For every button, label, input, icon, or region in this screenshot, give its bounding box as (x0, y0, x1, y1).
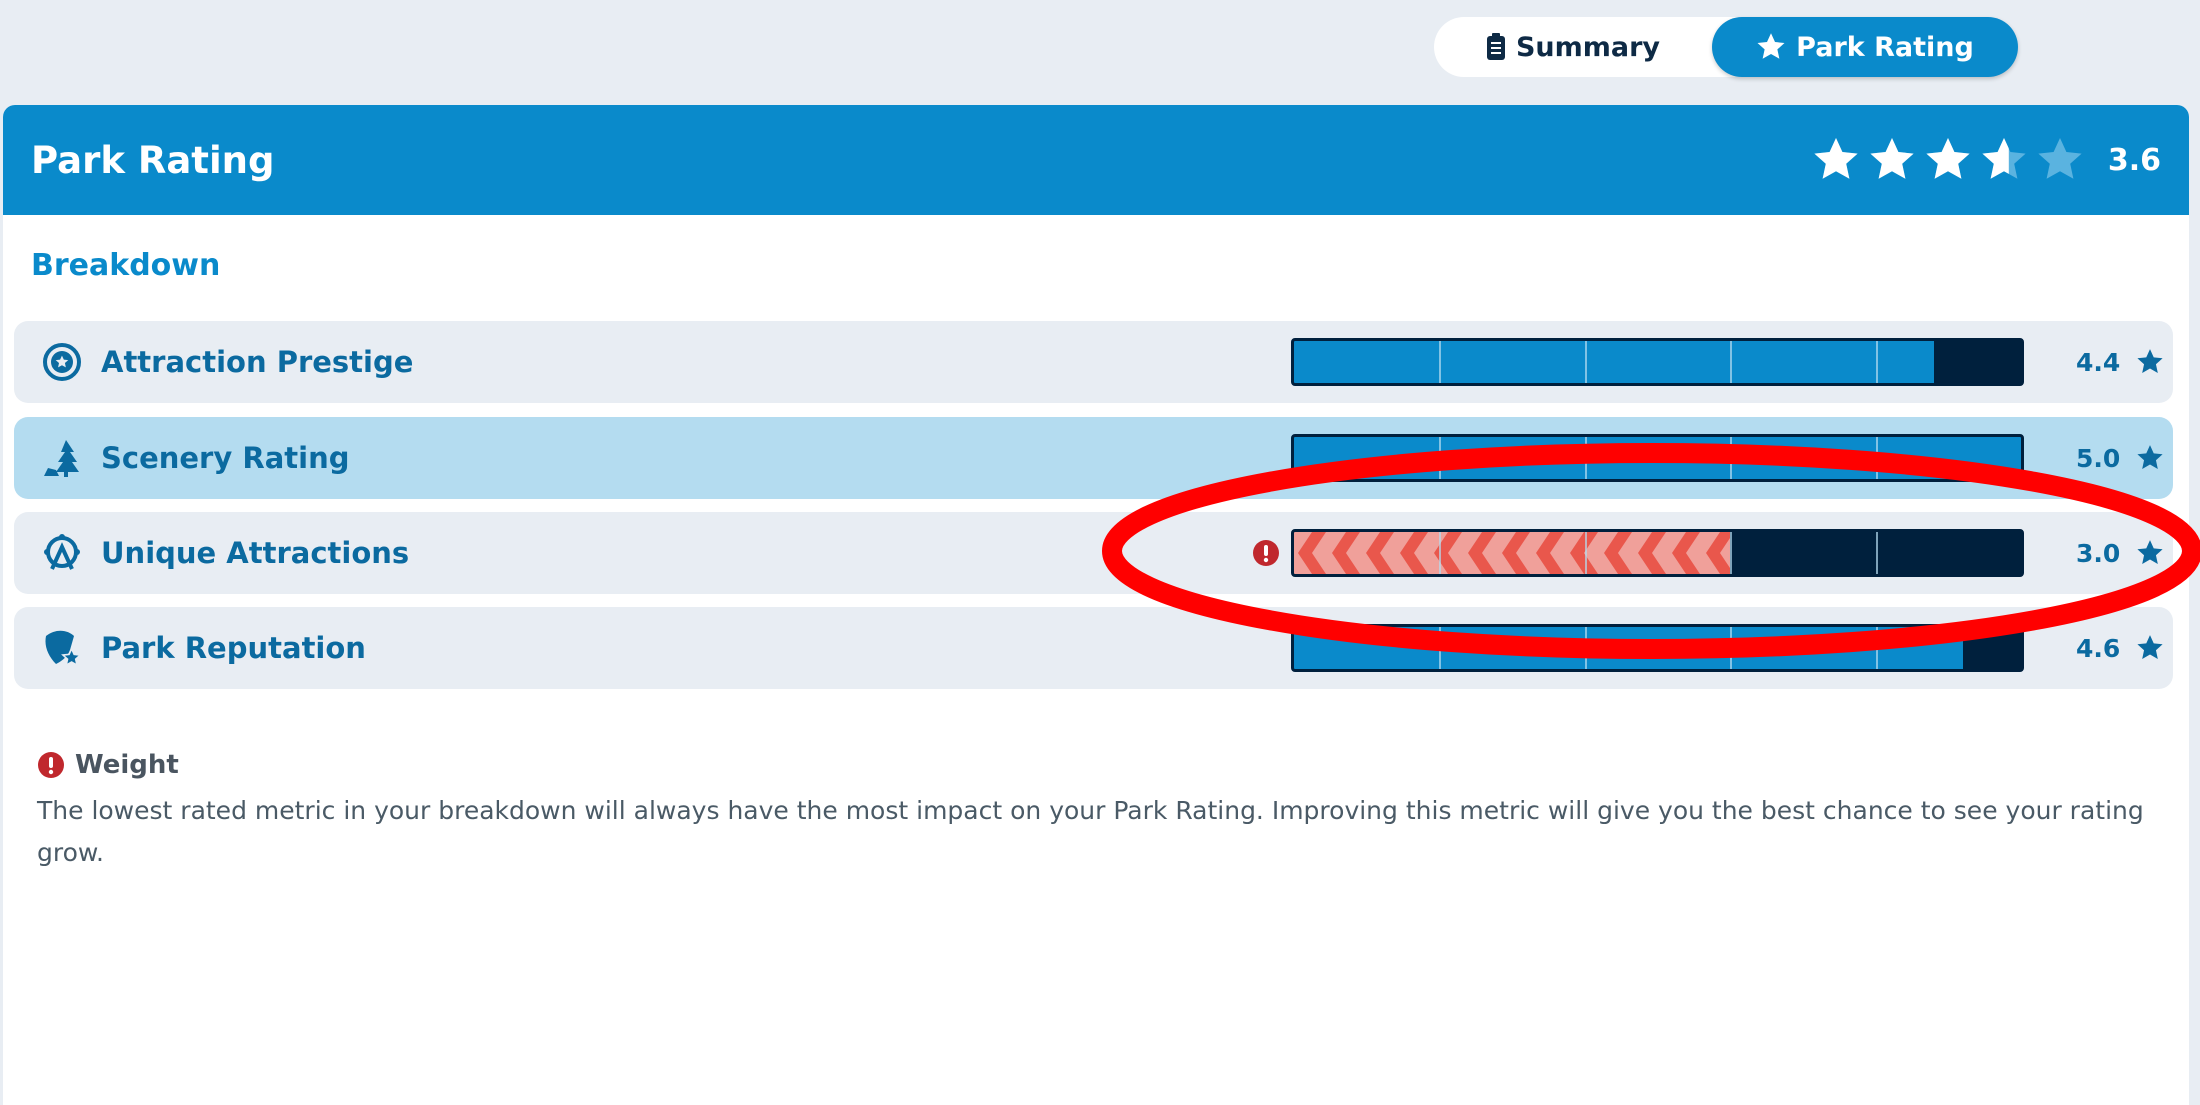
breakdown-row[interactable]: Park Reputation 4.6 (14, 607, 2173, 689)
progress-fill (1294, 341, 1934, 383)
panel-header: Park Rating 3.6 (3, 105, 2189, 215)
bar-divider (1584, 341, 1587, 383)
weight-description: The lowest rated metric in your breakdow… (37, 796, 2144, 867)
tab-park-rating-label: Park Rating (1796, 31, 1974, 63)
bar-divider (1584, 437, 1587, 479)
bar-divider (1875, 437, 1878, 479)
clipboard-icon (1486, 33, 1505, 60)
metric-value: 5.0 (2076, 443, 2121, 473)
bar-divider (1730, 627, 1733, 669)
bar-divider (1439, 627, 1442, 669)
page-title: Park Rating (31, 138, 275, 182)
rating-star-icon (2038, 138, 2082, 179)
progress-fill (1294, 532, 1731, 574)
weight-heading: Weight (37, 750, 179, 780)
bar-divider (1439, 341, 1442, 383)
tab-summary-label: Summary (1515, 31, 1661, 63)
bar-divider (1730, 532, 1733, 574)
tab-summary[interactable]: Summary (1434, 17, 1712, 77)
park-rating-panel: Park Rating 3.6 Breakdown (3, 105, 2189, 1105)
metric-progress-bar (1291, 338, 2024, 386)
bar-divider (1875, 341, 1878, 383)
progress-fill (1294, 627, 1963, 669)
rating-star-icon (1982, 138, 2026, 179)
bar-divider (1730, 437, 1733, 479)
bar-divider (1439, 437, 1442, 479)
breakdown-title: Breakdown (31, 248, 221, 283)
star-icon (2137, 540, 2163, 564)
weight-title: Weight (75, 750, 179, 780)
metric-label: Unique Attractions (101, 536, 410, 570)
star-rating (1812, 136, 2084, 184)
bar-divider (1584, 627, 1587, 669)
warning-icon (38, 752, 64, 778)
progress-fill (1294, 437, 2021, 479)
star-icon (1757, 33, 1785, 59)
rating-star-icon (1814, 138, 1858, 179)
metric-progress-bar (1291, 529, 2024, 577)
metric-value: 3.0 (2076, 538, 2121, 568)
bar-divider (1875, 532, 1878, 574)
star-icon (2137, 349, 2163, 373)
bar-divider (1875, 627, 1878, 669)
metric-progress-bar (1291, 434, 2024, 482)
metric-value: 4.4 (2076, 347, 2121, 377)
rating-star-icon (1926, 138, 1970, 179)
star-icon (2137, 635, 2163, 659)
metric-value: 4.6 (2076, 633, 2121, 663)
overall-rating-value: 3.6 (2107, 142, 2161, 178)
metric-label: Attraction Prestige (101, 345, 414, 379)
tab-park-rating[interactable]: Park Rating (1712, 17, 2018, 77)
warning-icon (1253, 540, 1279, 566)
view-tabs: Summary Park Rating (1434, 17, 2018, 77)
star-badge-icon (43, 343, 81, 381)
metric-label: Park Reputation (101, 631, 366, 665)
metric-label: Scenery Rating (101, 441, 350, 475)
metric-progress-bar (1291, 624, 2024, 672)
bar-divider (1439, 532, 1442, 574)
star-icon (2137, 445, 2163, 469)
breakdown-row[interactable]: Unique Attractions 3.0 (14, 512, 2173, 594)
breakdown-row[interactable]: Scenery Rating 5.0 (14, 417, 2173, 499)
rating-star-icon (1870, 138, 1914, 179)
breakdown-row[interactable]: Attraction Prestige 4.4 (14, 321, 2173, 403)
shield-star-icon (45, 630, 82, 667)
tree-icon (44, 440, 79, 477)
bar-divider (1584, 532, 1587, 574)
bar-divider (1730, 341, 1733, 383)
ferris-wheel-icon (44, 534, 80, 570)
